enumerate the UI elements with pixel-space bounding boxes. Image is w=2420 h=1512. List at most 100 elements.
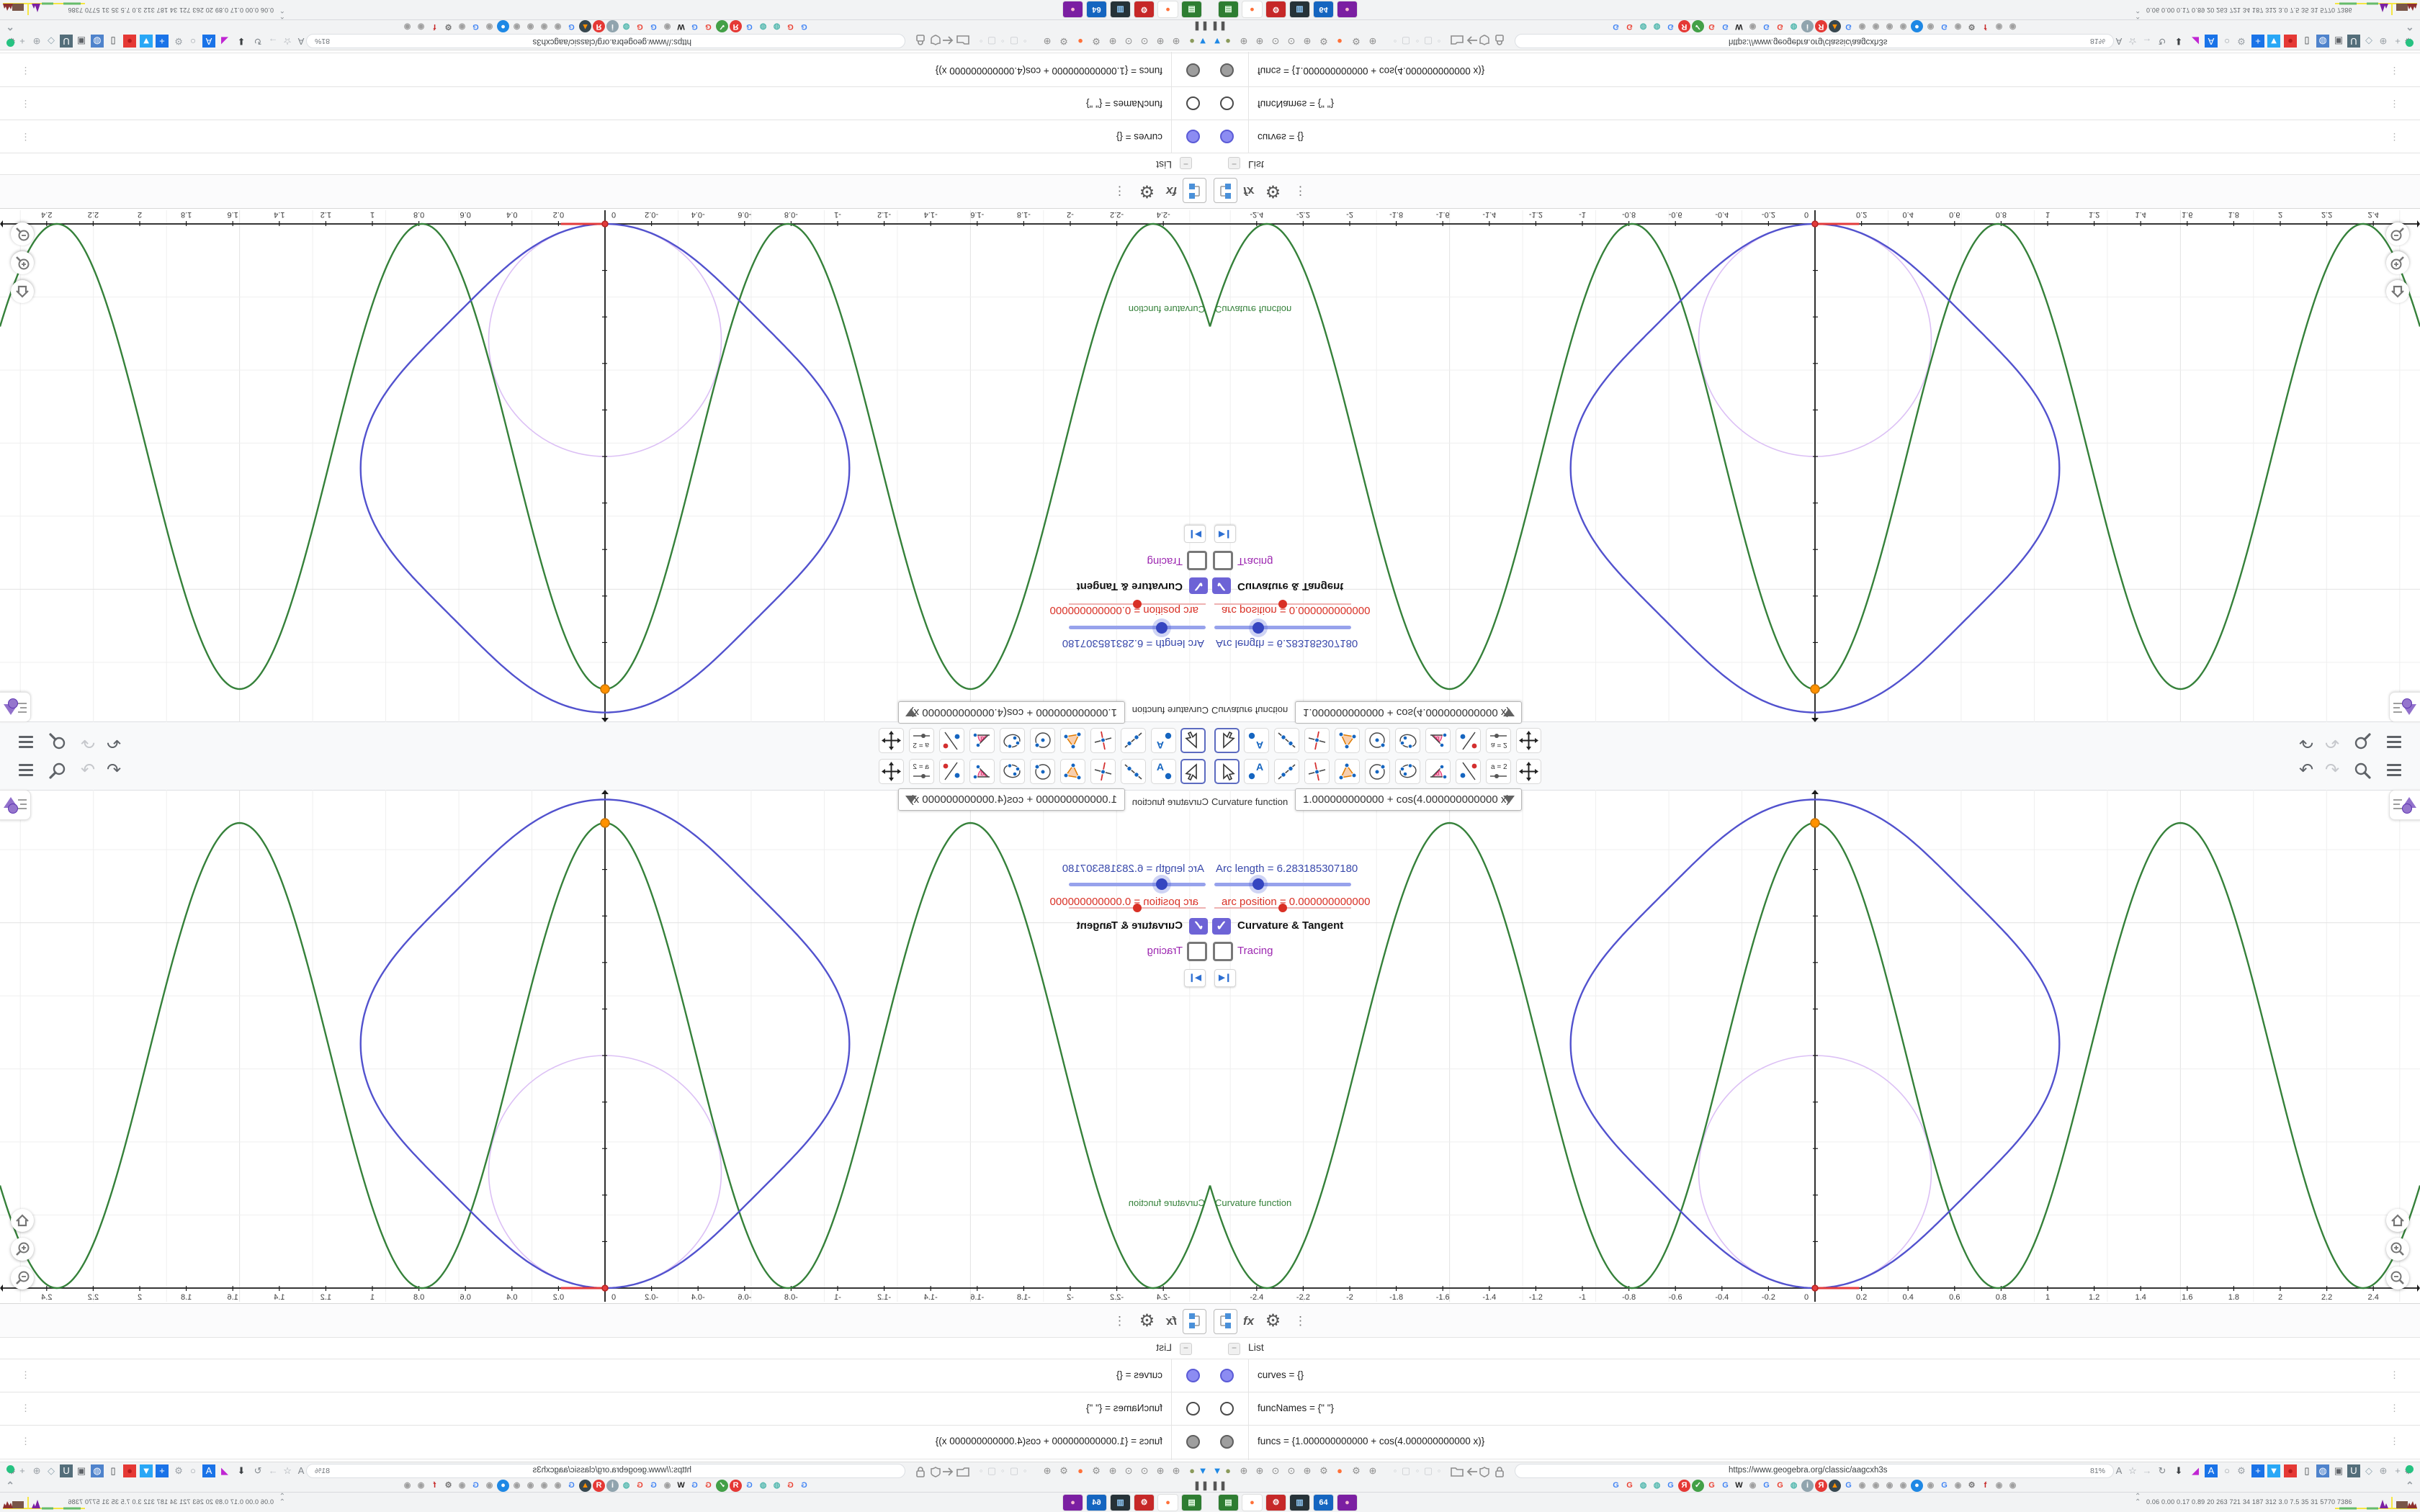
row-kebab-icon[interactable]: ⋮ — [21, 1436, 30, 1447]
tcf-icon[interactable]: ● — [123, 1464, 136, 1477]
tab-favicon[interactable]: ✓ — [716, 1480, 728, 1492]
tab-favicon[interactable]: ⚙ — [1966, 1480, 1978, 1492]
tool-move-button[interactable] — [1180, 759, 1206, 784]
globe-icon[interactable]: ⊕ — [1301, 35, 1314, 48]
visibility-marble[interactable] — [1220, 1401, 1234, 1416]
firefox-extension-icon[interactable]: ● — [1158, 1, 1178, 17]
algebra-row-curves[interactable]: curves = {} ⋮ — [0, 120, 1210, 153]
stylebar-kebab-icon[interactable]: ⋮ — [1108, 1309, 1131, 1333]
tool-point-button[interactable]: A — [1151, 759, 1176, 784]
wrench-icon[interactable]: ⚙ — [1317, 35, 1330, 48]
url-text[interactable]: https://www.geogebra.org/classic/aagcxh3… — [1729, 37, 1888, 46]
tab-favicon[interactable]: ◍ — [1788, 1480, 1800, 1492]
globe-grid-icon[interactable]: ⊕ — [2377, 1464, 2390, 1477]
vpn-icon[interactable]: ▼ — [2267, 1464, 2280, 1477]
gear-icon[interactable]: ⚙ — [1136, 179, 1158, 203]
tab-favicon[interactable]: ◉ — [483, 20, 496, 32]
algebra-row-funcs[interactable]: funcs = {1.000000000000 + cos(4.00000000… — [1210, 53, 2420, 86]
tab-favicon[interactable]: G — [1774, 20, 1786, 32]
tool-move-button[interactable] — [1214, 759, 1240, 784]
shield-icon[interactable]: ◇ — [45, 35, 58, 48]
globe-color-icon[interactable]: ◍ — [2316, 35, 2329, 48]
tab-favicon[interactable]: ◉ — [1897, 1480, 1909, 1492]
tool-perpendicular-line-button[interactable] — [1090, 759, 1116, 784]
arc-length-slider[interactable] — [1214, 883, 1351, 886]
fx-button[interactable]: fx — [1160, 179, 1183, 203]
tab-favicon[interactable]: ⚙ — [1966, 20, 1978, 32]
zoom-out-button[interactable] — [2386, 1266, 2409, 1290]
algebra-row-curves[interactable]: curves = {} ⋮ — [0, 1359, 1210, 1392]
globe-icon[interactable]: ⊕ — [1106, 1464, 1119, 1477]
tab-favicon[interactable]: G — [1610, 1480, 1622, 1492]
globe-grid-icon[interactable]: ⊕ — [30, 1464, 43, 1477]
tab-favicon[interactable]: ▲ — [579, 20, 591, 32]
tab-favicon[interactable]: G — [798, 1480, 810, 1492]
tab-favicon[interactable]: ▲ — [579, 1480, 591, 1492]
tab-favicon[interactable]: ◉ — [1870, 1480, 1882, 1492]
tool-circle-button[interactable] — [1365, 759, 1390, 784]
visibility-marble[interactable] — [1220, 130, 1234, 144]
tool-line-button[interactable] — [1121, 728, 1146, 753]
translate-blue-icon[interactable]: A — [202, 35, 215, 48]
gear-icon[interactable]: ⚙ — [1350, 35, 1363, 48]
tcf-icon[interactable]: ● — [2284, 35, 2297, 48]
tool-conic-button[interactable] — [1395, 728, 1420, 753]
algebra-row-funcs[interactable]: funcs = {1.000000000000 + cos(4.00000000… — [0, 1426, 1210, 1459]
tab-favicon[interactable]: G — [1706, 20, 1718, 32]
tab-favicon[interactable]: i — [1801, 20, 1814, 32]
algebra-row-funcs[interactable]: funcs = {1.000000000000 + cos(4.00000000… — [0, 53, 1210, 86]
url-text[interactable]: https://www.geogebra.org/classic/aagcxh3… — [1729, 1466, 1888, 1475]
tab-favicon[interactable]: G — [470, 1480, 482, 1492]
menu-icon[interactable] — [16, 761, 36, 781]
tab-favicon[interactable]: ● — [497, 1480, 509, 1492]
search-icon[interactable] — [48, 731, 68, 751]
zoom-out-button[interactable] — [11, 1266, 34, 1290]
tab-favicon[interactable]: G — [1774, 1480, 1786, 1492]
graphics-stylebar-button[interactable] — [0, 790, 31, 820]
gear-icon[interactable]: ⚙ — [1262, 1309, 1284, 1333]
globe-icon[interactable]: ⊕ — [1106, 35, 1119, 48]
frame-icon[interactable]: ▣ — [75, 35, 88, 48]
folder-back-shield-lock-icons[interactable] — [905, 35, 970, 48]
floppy64-extension-icon[interactable]: 64 — [1087, 1495, 1106, 1511]
collapse-list-button[interactable]: − — [1228, 1343, 1240, 1355]
arc-position-slider-thumb[interactable] — [1133, 600, 1142, 608]
fx-button[interactable]: fx — [1237, 1309, 1260, 1333]
globe-icon[interactable]: ⊕ — [1154, 35, 1167, 48]
tab-favicon[interactable]: ◍ — [1651, 20, 1663, 32]
undo-button[interactable]: ↶ — [2296, 761, 2316, 781]
download-icon[interactable]: ⬇ — [2172, 1464, 2185, 1477]
camera-lens-icon[interactable]: ● — [1222, 35, 1234, 48]
row-kebab-icon[interactable]: ⋮ — [2390, 65, 2399, 76]
tab-favicon[interactable]: G — [1760, 1480, 1773, 1492]
shield-icon[interactable]: ◇ — [2362, 35, 2375, 48]
ublock-icon[interactable]: U — [60, 35, 73, 48]
page-zoom-badge[interactable]: 81% — [315, 1467, 330, 1475]
tab-favicon[interactable]: W — [1733, 1480, 1745, 1492]
row-kebab-icon[interactable]: ⋮ — [2390, 1436, 2399, 1447]
redo-button[interactable]: ↷ — [78, 760, 98, 781]
wrench-icon[interactable]: ⚙ — [1090, 1464, 1103, 1477]
tool-point-button[interactable]: A — [1151, 728, 1176, 753]
monitor-extension-icon[interactable]: ▥ — [1290, 1, 1309, 17]
gear-icon[interactable]: ⚙ — [1057, 35, 1070, 48]
tool-point-button[interactable]: A — [1244, 759, 1269, 784]
globe-color-icon[interactable]: ◍ — [2316, 1464, 2329, 1477]
tab-favicon[interactable]: f — [429, 20, 441, 32]
zoom-in-button[interactable] — [11, 1238, 34, 1261]
download-icon[interactable]: ⬇ — [235, 1464, 248, 1477]
gear-icon[interactable]: ⚙ — [1057, 1464, 1070, 1477]
gauge-icon[interactable]: ⊙ — [1269, 35, 1282, 48]
tool-angle-button[interactable]: α — [969, 728, 995, 753]
tool-move-graphics-button[interactable] — [1516, 728, 1541, 753]
row-kebab-icon[interactable]: ⋮ — [21, 65, 30, 76]
tab-favicon[interactable]: Я — [730, 20, 742, 32]
visibility-marble[interactable] — [1186, 130, 1200, 144]
arc-length-slider[interactable] — [1069, 883, 1206, 886]
row-kebab-icon[interactable]: ⋮ — [21, 1369, 30, 1381]
menu-icon[interactable] — [2384, 731, 2404, 751]
shield-icon[interactable]: ◇ — [2362, 1464, 2375, 1477]
algebra-tree-view-button[interactable] — [1214, 178, 1237, 203]
home-button[interactable] — [2386, 280, 2409, 303]
vpn-icon[interactable]: ▼ — [2267, 35, 2280, 48]
